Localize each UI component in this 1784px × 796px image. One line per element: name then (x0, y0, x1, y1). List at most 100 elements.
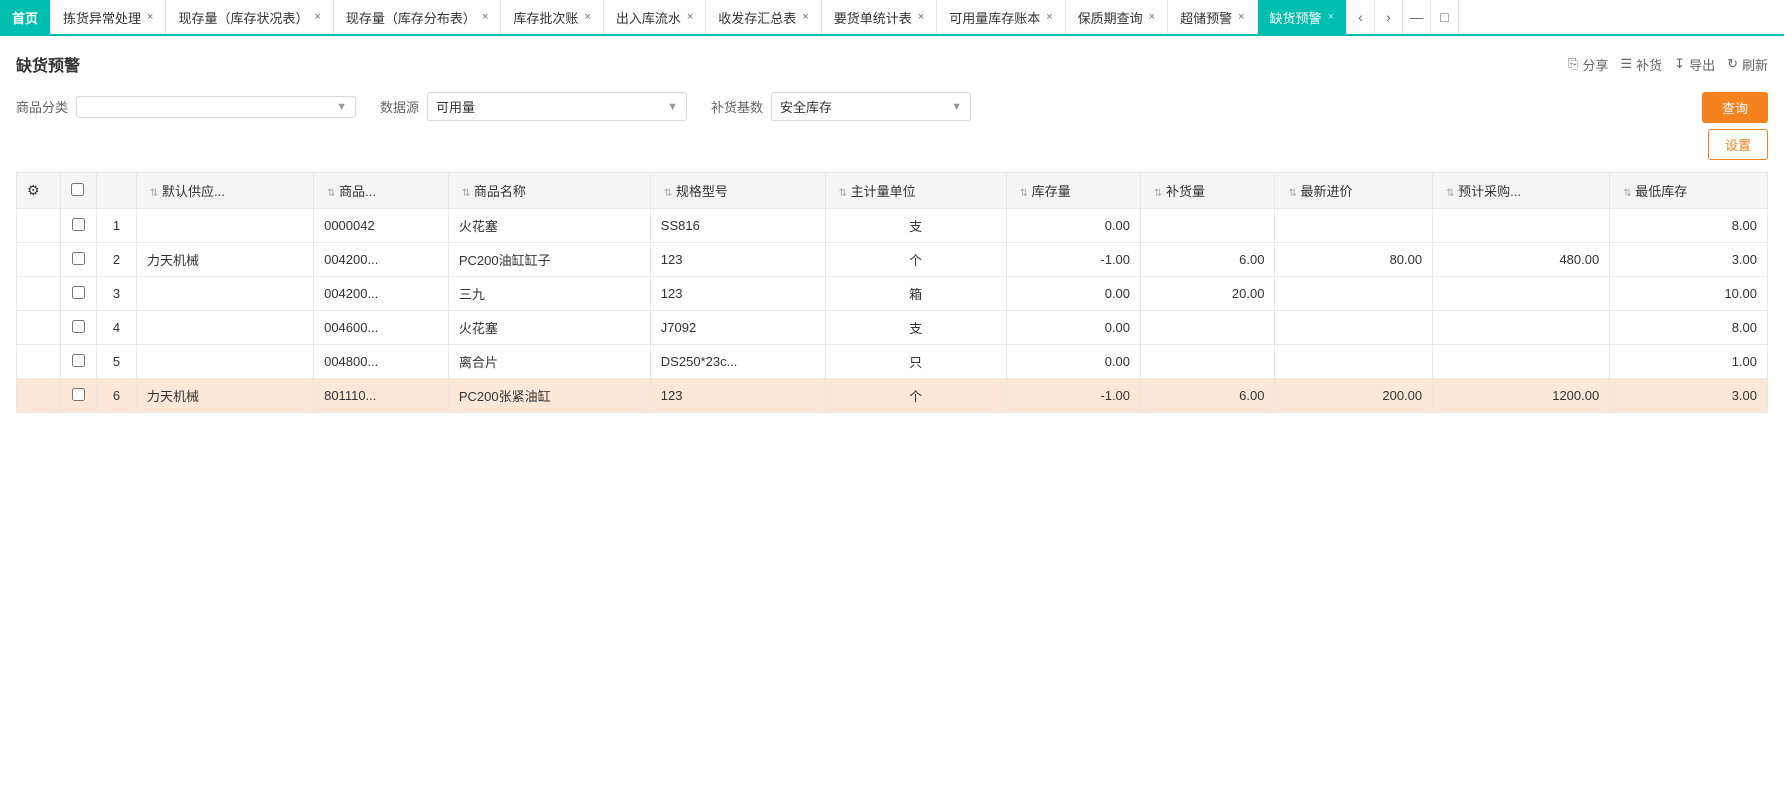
latest-price-sort-icon[interactable]: ⇅ (1288, 188, 1296, 199)
page-container: 缺货预警 ⎘ 分享 ☰ 补货 ↧ 导出 ↻ 刷新 商品分类 (0, 36, 1784, 796)
row-unit: 个 (825, 379, 1006, 413)
row-min-stock: 10.00 (1610, 277, 1768, 311)
tab-next-btn[interactable]: › (1375, 0, 1403, 35)
refresh-label: 刷新 (1742, 55, 1768, 74)
tab-order-stats[interactable]: 要货单统计表 × (822, 0, 937, 35)
tab-inout-flow-close[interactable]: × (687, 11, 693, 23)
table-row: 1 0000042 火花塞 SS816 支 0.00 8.00 (17, 209, 1768, 243)
table-settings-icon[interactable]: ⚙ (27, 182, 40, 198)
tab-bar: 首页 拣货异常处理 × 现存量（库存状况表） × 现存量（库存分布表） × 库存… (0, 0, 1784, 36)
row-spec: SS816 (650, 209, 825, 243)
row-latest-price (1275, 209, 1433, 243)
th-supplier: ⇅ 默认供应... (137, 173, 314, 209)
tab-inventory-dist[interactable]: 现存量（库存分布表） × (334, 0, 501, 35)
tab-overstock-close[interactable]: × (1238, 11, 1244, 23)
row-spec: 123 (650, 379, 825, 413)
row-stock: 0.00 (1006, 277, 1140, 311)
row-product-code: 0000042 (314, 209, 449, 243)
row-restock (1141, 311, 1275, 345)
tab-home[interactable]: 首页 (0, 0, 51, 35)
datasource-chevron-down-icon: ▼ (667, 101, 678, 113)
export-icon: ↧ (1674, 56, 1685, 72)
th-supplier-label: 默认供应... (162, 184, 225, 199)
tab-receipt-summary[interactable]: 收发存汇总表 × (706, 0, 821, 35)
tab-batch-account[interactable]: 库存批次账 × (501, 0, 603, 35)
data-table: ⚙ ⇅ 默认供应... ⇅ 商品... ⇅ 商品名称 (16, 172, 1768, 413)
tab-expiry-query-close[interactable]: × (1149, 11, 1155, 23)
row-settings-cell (17, 209, 61, 243)
row-stock: 0.00 (1006, 345, 1140, 379)
tab-inventory-status-close[interactable]: × (314, 11, 320, 23)
row-checkbox[interactable] (72, 286, 85, 299)
product-name-sort-icon[interactable]: ⇅ (462, 188, 470, 199)
tab-maximize-btn[interactable]: □ (1431, 0, 1459, 35)
th-stock-label: 库存量 (1032, 184, 1071, 199)
tab-overstock[interactable]: 超储预警 × (1168, 0, 1257, 35)
row-product-code: 801110... (314, 379, 449, 413)
tab-order-stats-close[interactable]: × (918, 11, 924, 23)
tab-inventory-dist-close[interactable]: × (482, 11, 488, 23)
settings-button[interactable]: 设置 (1708, 129, 1768, 160)
filter-actions: 查询 设置 (1702, 92, 1768, 160)
row-checkbox[interactable] (72, 354, 85, 367)
tab-expiry-query[interactable]: 保质期查询 × (1066, 0, 1168, 35)
unit-sort-icon[interactable]: ⇅ (839, 188, 847, 199)
tab-minimize-btn[interactable]: — (1403, 0, 1431, 35)
tab-inventory-status-label: 现存量（库存状况表） (178, 8, 308, 27)
row-check-cell (61, 311, 97, 345)
row-unit: 只 (825, 345, 1006, 379)
tab-prev-btn[interactable]: ‹ (1347, 0, 1375, 35)
row-stock: 0.00 (1006, 209, 1140, 243)
tab-available-ledger[interactable]: 可用量库存账本 × (937, 0, 1065, 35)
tab-inventory-status[interactable]: 现存量（库存状况表） × (166, 0, 333, 35)
row-supplier (137, 277, 314, 311)
restock-base-select[interactable]: 安全库存 ▼ (771, 92, 971, 121)
row-checkbox[interactable] (72, 218, 85, 231)
share-button[interactable]: ⎘ 分享 (1568, 55, 1608, 74)
query-button[interactable]: 查询 (1702, 92, 1768, 123)
share-icon: ⎘ (1568, 56, 1578, 72)
est-purchase-sort-icon[interactable]: ⇅ (1446, 188, 1454, 199)
table-row: 4 004600... 火花塞 J7092 支 0.00 8.00 (17, 311, 1768, 345)
row-est-purchase (1433, 345, 1610, 379)
stock-sort-icon[interactable]: ⇅ (1020, 188, 1028, 199)
row-checkbox[interactable] (72, 388, 85, 401)
tab-batch-account-close[interactable]: × (584, 11, 590, 23)
row-spec: DS250*23c... (650, 345, 825, 379)
tab-receipt-summary-close[interactable]: × (802, 11, 808, 23)
row-latest-price (1275, 277, 1433, 311)
spec-sort-icon[interactable]: ⇅ (664, 188, 672, 199)
th-spec: ⇅ 规格型号 (650, 173, 825, 209)
th-unit: ⇅ 主计量单位 (825, 173, 1006, 209)
min-stock-sort-icon[interactable]: ⇅ (1623, 188, 1631, 199)
tab-available-ledger-close[interactable]: × (1046, 11, 1052, 23)
restock-sort-icon[interactable]: ⇅ (1154, 188, 1162, 199)
tab-inout-flow[interactable]: 出入库流水 × (604, 0, 706, 35)
export-button[interactable]: ↧ 导出 (1674, 55, 1715, 74)
table-row: 2 力天机械 004200... PC200油缸缸子 123 个 -1.00 6… (17, 243, 1768, 277)
row-unit: 支 (825, 209, 1006, 243)
row-num: 1 (97, 209, 137, 243)
restock-button[interactable]: ☰ 补货 (1620, 55, 1662, 74)
tab-shortage-close[interactable]: × (1328, 11, 1334, 23)
row-check-cell (61, 277, 97, 311)
th-product-code-label: 商品... (339, 184, 376, 199)
product-code-sort-icon[interactable]: ⇅ (327, 188, 335, 199)
select-all-checkbox[interactable] (71, 183, 84, 196)
row-product-name: 火花塞 (448, 311, 650, 345)
row-settings-cell (17, 277, 61, 311)
th-latest-price: ⇅ 最新进价 (1275, 173, 1433, 209)
datasource-select[interactable]: 可用量 ▼ (427, 92, 687, 121)
tab-exception[interactable]: 拣货异常处理 × (51, 0, 166, 35)
tab-exception-close[interactable]: × (147, 11, 153, 23)
row-product-code: 004800... (314, 345, 449, 379)
row-checkbox[interactable] (72, 252, 85, 265)
supplier-sort-icon[interactable]: ⇅ (150, 188, 158, 199)
row-checkbox[interactable] (72, 320, 85, 333)
refresh-button[interactable]: ↻ 刷新 (1727, 55, 1768, 74)
row-est-purchase (1433, 311, 1610, 345)
row-min-stock: 8.00 (1610, 209, 1768, 243)
tab-shortage[interactable]: 缺货预警 × (1258, 0, 1347, 35)
th-settings: ⚙ (17, 173, 61, 209)
category-select[interactable]: ▼ (76, 96, 356, 118)
